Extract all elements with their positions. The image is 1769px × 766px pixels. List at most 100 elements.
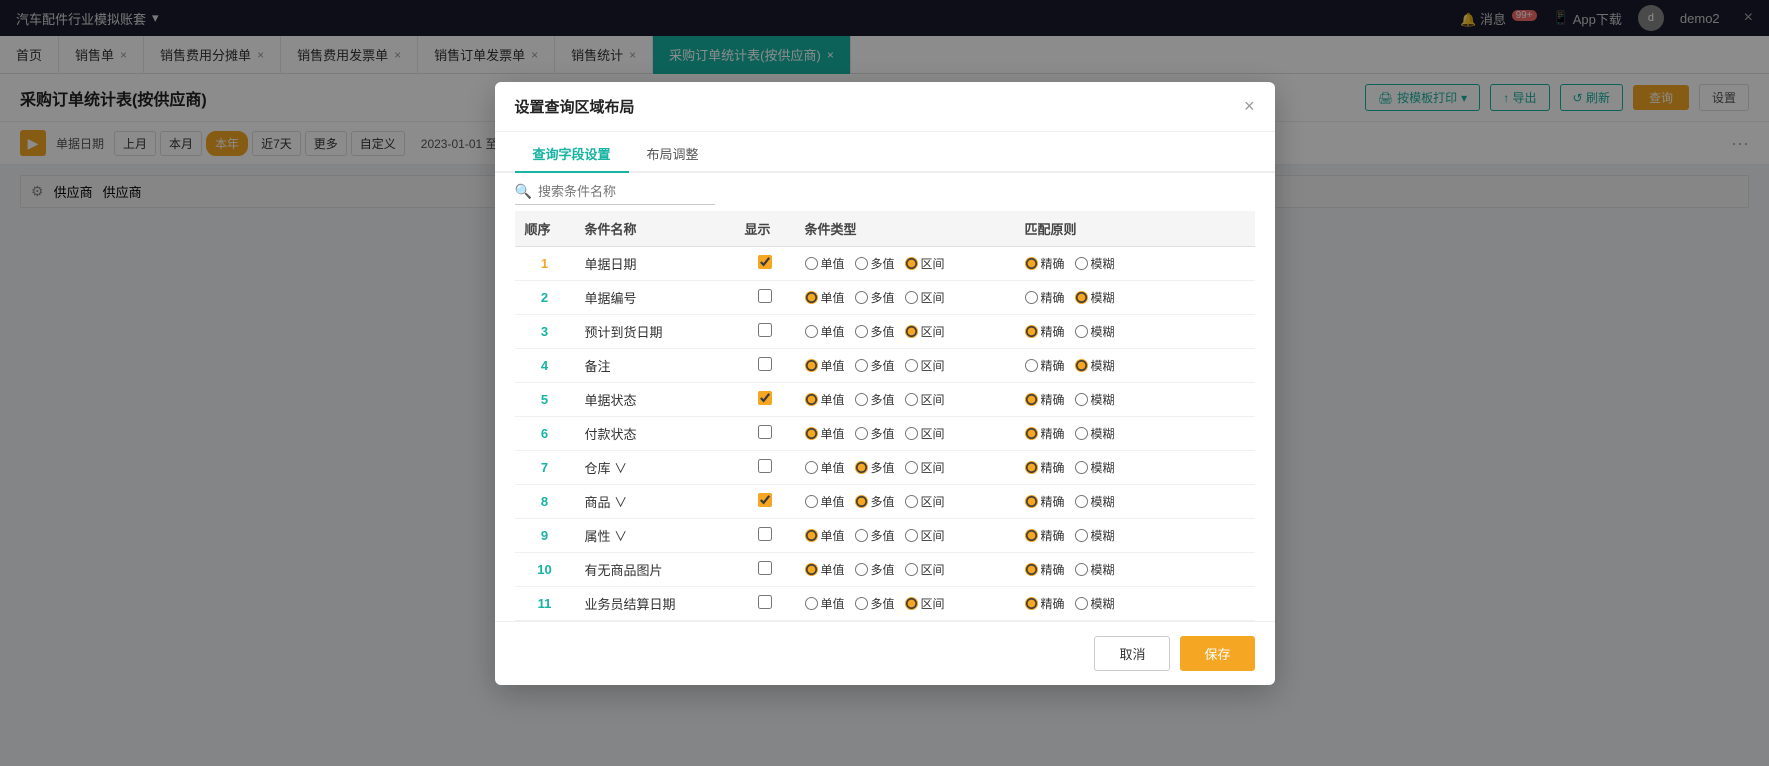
- type-radio-item[interactable]: 多值: [855, 425, 895, 442]
- type-radio-item[interactable]: 单值: [805, 561, 845, 578]
- type-radio[interactable]: [855, 325, 868, 338]
- type-radio[interactable]: [905, 495, 918, 508]
- match-radio-item[interactable]: 模糊: [1075, 425, 1115, 442]
- match-radio[interactable]: [1075, 325, 1088, 338]
- display-checkbox[interactable]: [758, 527, 772, 541]
- match-radio-item[interactable]: 模糊: [1075, 255, 1115, 272]
- match-radio-item[interactable]: 模糊: [1075, 391, 1115, 408]
- match-radio-item[interactable]: 精确: [1025, 357, 1065, 374]
- display-checkbox[interactable]: [758, 561, 772, 575]
- type-radio-item[interactable]: 多值: [855, 561, 895, 578]
- type-radio[interactable]: [855, 393, 868, 406]
- type-radio[interactable]: [805, 427, 818, 440]
- match-radio-item[interactable]: 精确: [1025, 425, 1065, 442]
- type-radio-item[interactable]: 区间: [905, 391, 945, 408]
- type-radio[interactable]: [805, 529, 818, 542]
- match-radio[interactable]: [1075, 461, 1088, 474]
- type-radio[interactable]: [805, 597, 818, 610]
- type-radio[interactable]: [905, 597, 918, 610]
- display-checkbox[interactable]: [758, 425, 772, 439]
- modal-tab-query-fields[interactable]: 查询字段设置: [515, 136, 629, 173]
- type-radio[interactable]: [905, 529, 918, 542]
- type-radio[interactable]: [905, 393, 918, 406]
- type-radio[interactable]: [905, 461, 918, 474]
- type-radio-item[interactable]: 多值: [855, 527, 895, 544]
- type-radio[interactable]: [905, 359, 918, 372]
- type-radio-item[interactable]: 单值: [805, 527, 845, 544]
- modal-close-button[interactable]: ×: [1244, 96, 1255, 117]
- match-radio-item[interactable]: 模糊: [1075, 289, 1115, 306]
- match-radio[interactable]: [1075, 529, 1088, 542]
- match-radio-item[interactable]: 模糊: [1075, 561, 1115, 578]
- type-radio[interactable]: [905, 291, 918, 304]
- type-radio[interactable]: [805, 325, 818, 338]
- cancel-button[interactable]: 取消: [1094, 636, 1170, 671]
- match-radio[interactable]: [1025, 257, 1038, 270]
- match-radio[interactable]: [1025, 325, 1038, 338]
- type-radio-item[interactable]: 多值: [855, 323, 895, 340]
- display-checkbox[interactable]: [758, 289, 772, 303]
- display-checkbox[interactable]: [758, 595, 772, 609]
- type-radio-item[interactable]: 单值: [805, 391, 845, 408]
- match-radio-item[interactable]: 模糊: [1075, 493, 1115, 510]
- type-radio[interactable]: [905, 427, 918, 440]
- display-checkbox[interactable]: [758, 323, 772, 337]
- type-radio-item[interactable]: 单值: [805, 493, 845, 510]
- match-radio[interactable]: [1025, 427, 1038, 440]
- match-radio-item[interactable]: 模糊: [1075, 459, 1115, 476]
- match-radio-item[interactable]: 精确: [1025, 527, 1065, 544]
- type-radio-item[interactable]: 多值: [855, 391, 895, 408]
- type-radio[interactable]: [855, 529, 868, 542]
- match-radio[interactable]: [1075, 393, 1088, 406]
- match-radio-item[interactable]: 精确: [1025, 459, 1065, 476]
- match-radio[interactable]: [1025, 359, 1038, 372]
- match-radio[interactable]: [1025, 529, 1038, 542]
- type-radio-item[interactable]: 区间: [905, 595, 945, 612]
- type-radio-item[interactable]: 单值: [805, 595, 845, 612]
- type-radio-item[interactable]: 区间: [905, 527, 945, 544]
- type-radio-item[interactable]: 多值: [855, 357, 895, 374]
- type-radio[interactable]: [805, 461, 818, 474]
- match-radio-item[interactable]: 模糊: [1075, 595, 1115, 612]
- type-radio[interactable]: [905, 325, 918, 338]
- type-radio-item[interactable]: 区间: [905, 425, 945, 442]
- display-checkbox[interactable]: [758, 357, 772, 371]
- type-radio-item[interactable]: 区间: [905, 459, 945, 476]
- match-radio-item[interactable]: 精确: [1025, 255, 1065, 272]
- match-radio-item[interactable]: 精确: [1025, 561, 1065, 578]
- match-radio[interactable]: [1075, 359, 1088, 372]
- match-radio[interactable]: [1025, 563, 1038, 576]
- type-radio[interactable]: [855, 461, 868, 474]
- match-radio[interactable]: [1075, 291, 1088, 304]
- type-radio-item[interactable]: 多值: [855, 459, 895, 476]
- match-radio-item[interactable]: 模糊: [1075, 357, 1115, 374]
- match-radio-item[interactable]: 精确: [1025, 289, 1065, 306]
- type-radio-item[interactable]: 单值: [805, 255, 845, 272]
- match-radio[interactable]: [1025, 291, 1038, 304]
- match-radio[interactable]: [1025, 393, 1038, 406]
- type-radio-item[interactable]: 多值: [855, 493, 895, 510]
- type-radio[interactable]: [855, 427, 868, 440]
- type-radio-item[interactable]: 多值: [855, 289, 895, 306]
- match-radio[interactable]: [1075, 257, 1088, 270]
- type-radio-item[interactable]: 区间: [905, 561, 945, 578]
- match-radio-item[interactable]: 精确: [1025, 595, 1065, 612]
- match-radio[interactable]: [1075, 495, 1088, 508]
- type-radio-item[interactable]: 区间: [905, 493, 945, 510]
- search-input[interactable]: [538, 184, 698, 199]
- type-radio-item[interactable]: 多值: [855, 595, 895, 612]
- type-radio-item[interactable]: 单值: [805, 323, 845, 340]
- display-checkbox[interactable]: [758, 459, 772, 473]
- type-radio[interactable]: [855, 359, 868, 372]
- type-radio-item[interactable]: 单值: [805, 357, 845, 374]
- match-radio[interactable]: [1025, 597, 1038, 610]
- type-radio-item[interactable]: 区间: [905, 289, 945, 306]
- display-checkbox[interactable]: [758, 255, 772, 269]
- type-radio[interactable]: [855, 495, 868, 508]
- type-radio[interactable]: [805, 563, 818, 576]
- match-radio-item[interactable]: 精确: [1025, 493, 1065, 510]
- type-radio[interactable]: [905, 563, 918, 576]
- type-radio-item[interactable]: 区间: [905, 255, 945, 272]
- match-radio[interactable]: [1075, 563, 1088, 576]
- modal-tab-layout[interactable]: 布局调整: [629, 136, 717, 173]
